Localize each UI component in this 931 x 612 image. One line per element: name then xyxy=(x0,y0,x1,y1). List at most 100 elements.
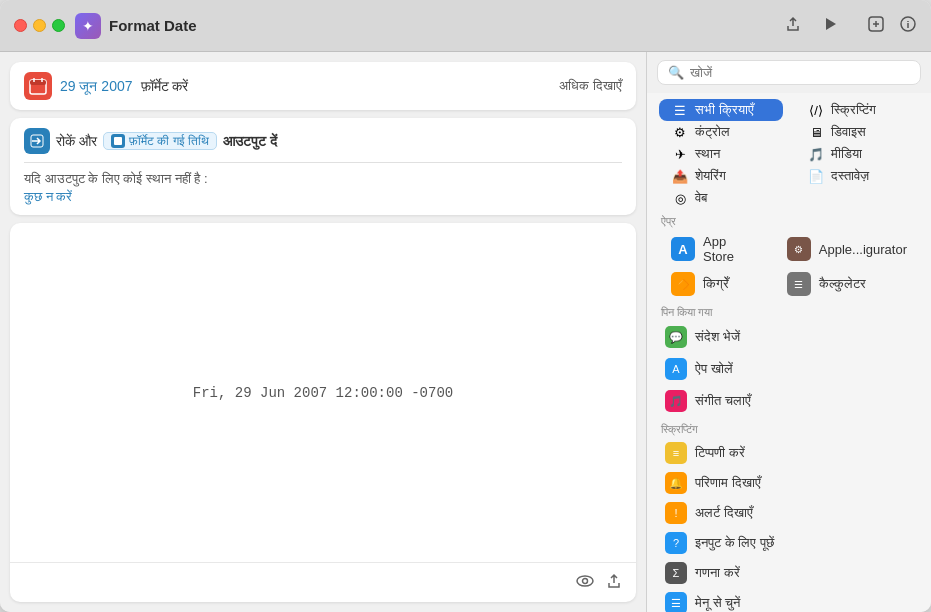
search-input[interactable] xyxy=(690,65,910,80)
result-footer xyxy=(10,562,636,602)
scripting-comment[interactable]: ≡ टिप्पणी करें xyxy=(653,438,925,468)
app-row-other1[interactable]: 🔶 किग्रेँ xyxy=(659,268,763,300)
traffic-lights xyxy=(14,19,65,32)
category-control[interactable]: ⚙ कंट्रोल xyxy=(659,121,783,143)
scripting-show-result-label: परिणाम दिखाएँ xyxy=(695,475,761,491)
web-icon: ◎ xyxy=(671,191,689,206)
app-row-appstore[interactable]: A App Store xyxy=(659,230,763,268)
category-all-actions[interactable]: ☰ सभी क्रियाएँ xyxy=(659,99,783,121)
main-content: 29 जून 2007 फ़ॉर्मेट करें अधिक दिखाएँ रो… xyxy=(0,52,931,612)
result-text: Fri, 29 Jun 2007 12:00:00 -0700 xyxy=(193,385,453,401)
pinned-section-label: पिन किया गया xyxy=(647,300,931,321)
titlebar-actions xyxy=(783,14,839,38)
other2-icon: ☰ xyxy=(787,272,811,296)
info-button[interactable] xyxy=(899,15,917,37)
result-content: Fri, 29 Jun 2007 12:00:00 -0700 xyxy=(10,223,636,562)
scripting-alert-label: अलर्ट दिखाएँ xyxy=(695,505,753,521)
scripting-menu-label: मेनू से चुनें xyxy=(695,595,740,611)
result-area: Fri, 29 Jun 2007 12:00:00 -0700 xyxy=(10,223,636,602)
open-app-icon: A xyxy=(665,358,687,380)
alert-icon: ! xyxy=(665,502,687,524)
output-action: रोकें और फ़ॉर्मेट की गई तिथि आउटपुट दें … xyxy=(10,118,636,215)
output-header: रोकें और फ़ॉर्मेट की गई तिथि आउटपुट दें xyxy=(24,128,622,154)
category-sharing[interactable]: 📤 शेयरिंग xyxy=(659,165,783,187)
app-icon: ✦ xyxy=(75,13,101,39)
right-panel: 🔍 ☰ सभी क्रियाएँ ⟨/⟩ स्क्रिप्टिंग xyxy=(646,52,931,612)
block-divider xyxy=(24,162,622,163)
appstore-icon: A xyxy=(671,237,695,261)
no-output-action[interactable]: कुछ न करें xyxy=(24,189,622,205)
token-badge: फ़ॉर्मेट की गई तिथि xyxy=(103,132,217,150)
category-web[interactable]: ◎ वेब xyxy=(659,187,783,209)
category-docs[interactable]: 📄 दस्तावेज़ xyxy=(795,165,919,187)
scripting-calc-label: गणना करें xyxy=(695,565,740,581)
show-result-icon: 🔔 xyxy=(665,472,687,494)
output-icon xyxy=(24,128,50,154)
configurator-label: Apple...igurator xyxy=(819,242,907,257)
categories-grid: ☰ सभी क्रियाएँ ⟨/⟩ स्क्रिप्टिंग ⚙ कंट्रो… xyxy=(647,99,931,209)
svg-point-8 xyxy=(583,578,588,583)
app-row-other2[interactable]: ☰ कैल्कुलेटर xyxy=(775,268,919,300)
right-titlebar xyxy=(853,0,931,52)
action1-more[interactable]: अधिक दिखाएँ xyxy=(559,78,622,94)
window-title: Format Date xyxy=(109,17,783,34)
scripting-menu[interactable]: ☰ मेनू से चुनें xyxy=(653,588,925,612)
close-button[interactable] xyxy=(14,19,27,32)
scripting-calc[interactable]: Σ गणना करें xyxy=(653,558,925,588)
pinned-open-app[interactable]: A ऐप खोलें xyxy=(653,353,925,385)
scripting-section-label: स्क्रिप्टिंग xyxy=(647,417,931,438)
input-icon: ? xyxy=(665,532,687,554)
share-button[interactable] xyxy=(783,14,803,38)
scripting-show-result[interactable]: 🔔 परिणाम दिखाएँ xyxy=(653,468,925,498)
search-box: 🔍 xyxy=(647,52,931,93)
action2-suffix: आउटपुट दें xyxy=(223,133,277,150)
menu-icon: ☰ xyxy=(665,592,687,612)
other1-label: किग्रेँ xyxy=(703,276,729,292)
preview-button[interactable] xyxy=(576,572,594,594)
scripting-alert[interactable]: ! अलर्ट दिखाएँ xyxy=(653,498,925,528)
pinned-messages-label: संदेश भेजें xyxy=(695,329,740,345)
category-control-label: कंट्रोल xyxy=(695,124,730,140)
token-icon xyxy=(111,134,125,148)
category-media[interactable]: 🎵 मीडिया xyxy=(795,143,919,165)
location-icon: ✈ xyxy=(671,147,689,162)
maximize-button[interactable] xyxy=(52,19,65,32)
category-location[interactable]: ✈ स्थान xyxy=(659,143,783,165)
app-row-configurator[interactable]: ⚙ Apple...igurator xyxy=(775,230,919,268)
category-all-label: सभी क्रियाएँ xyxy=(695,102,754,118)
category-device-label: डिवाइस xyxy=(831,124,866,140)
add-action-button[interactable] xyxy=(867,15,885,37)
scripting-input[interactable]: ? इनपुट के लिए पूछें xyxy=(653,528,925,558)
no-output-text: यदि आउटपुट के लिए कोई स्थान नहीं है : xyxy=(24,171,208,186)
configurator-icon: ⚙ xyxy=(787,237,811,261)
category-location-label: स्थान xyxy=(695,146,720,162)
docs-icon: 📄 xyxy=(807,169,825,184)
action1-header: 29 जून 2007 फ़ॉर्मेट करें अधिक दिखाएँ xyxy=(24,72,622,100)
pinned-music-label: संगीत चलाएँ xyxy=(695,393,751,409)
category-device[interactable]: 🖥 डिवाइस xyxy=(795,121,919,143)
svg-rect-4 xyxy=(30,80,46,85)
scripting-cat-icon: ⟨/⟩ xyxy=(807,103,825,118)
share-result-button[interactable] xyxy=(606,573,622,593)
svg-rect-6 xyxy=(114,137,122,145)
messages-icon: 💬 xyxy=(665,326,687,348)
svg-point-7 xyxy=(577,576,593,586)
play-button[interactable] xyxy=(821,15,839,37)
action1-date: 29 जून 2007 xyxy=(60,78,133,95)
category-sharing-label: शेयरिंग xyxy=(695,168,726,184)
category-web-label: वेब xyxy=(695,190,707,206)
category-docs-label: दस्तावेज़ xyxy=(831,168,869,184)
apps-section-label: ऐप्र xyxy=(647,209,931,230)
category-scripting[interactable]: ⟨/⟩ स्क्रिप्टिंग xyxy=(795,99,919,121)
date-icon xyxy=(24,72,52,100)
minimize-button[interactable] xyxy=(33,19,46,32)
action1-label: फ़ॉर्मेट करें xyxy=(141,78,189,95)
pinned-music[interactable]: 🎵 संगीत चलाएँ xyxy=(653,385,925,417)
main-window: ✦ Format Date xyxy=(0,0,931,612)
scripting-input-label: इनपुट के लिए पूछें xyxy=(695,535,774,551)
calc-icon: Σ xyxy=(665,562,687,584)
search-input-wrap[interactable]: 🔍 xyxy=(657,60,921,85)
pinned-messages[interactable]: 💬 संदेश भेजें xyxy=(653,321,925,353)
category-media-label: मीडिया xyxy=(831,146,862,162)
media-icon: 🎵 xyxy=(807,147,825,162)
